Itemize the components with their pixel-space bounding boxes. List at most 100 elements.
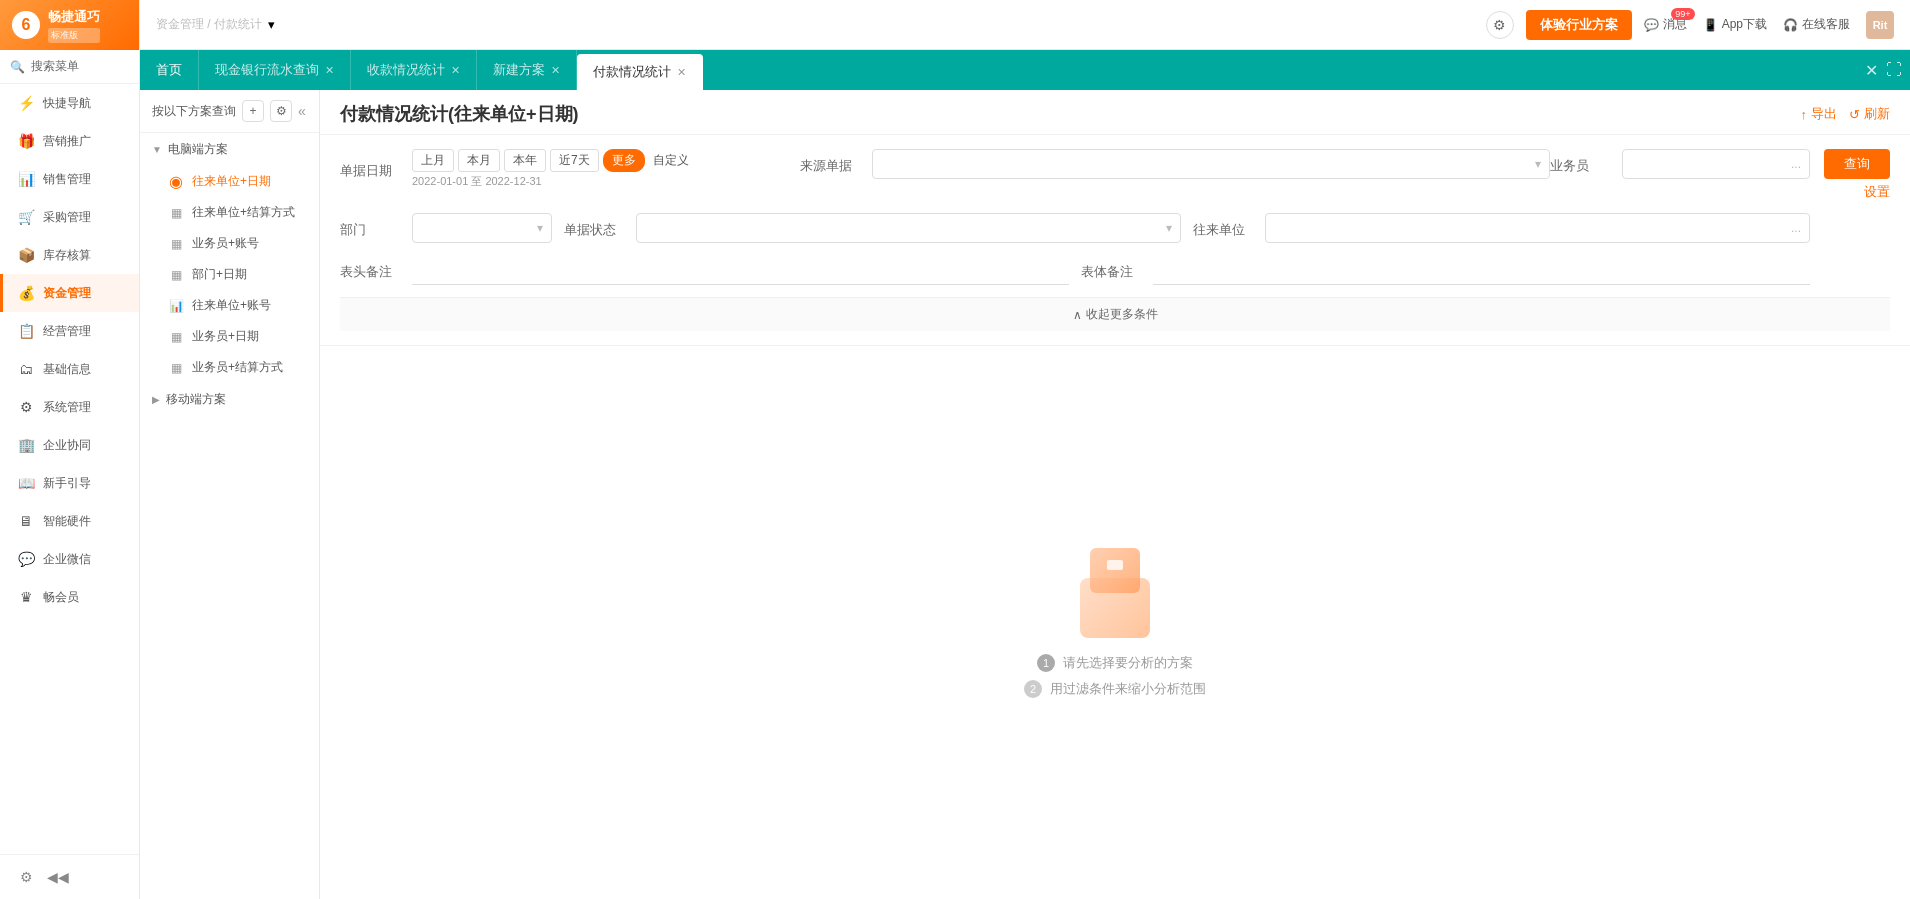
messages-badge: 99+ xyxy=(1671,8,1694,20)
topbar-settings-btn[interactable]: ⚙ xyxy=(1486,11,1514,39)
sidebar-item-system[interactable]: ⚙ 系统管理 xyxy=(0,388,139,426)
logo-icon: 6 xyxy=(12,11,40,39)
service-icon: 🎧 xyxy=(1783,18,1798,32)
date-label: 单据日期 xyxy=(340,158,404,180)
scheme-collapse-btn[interactable]: « xyxy=(298,103,306,119)
date-this-month[interactable]: 本月 xyxy=(458,149,500,172)
collapse-bar[interactable]: ∧ 收起更多条件 xyxy=(340,297,1890,331)
scheme-table-icon5: ▦ xyxy=(168,360,184,376)
purchase-icon: 🛒 xyxy=(17,208,35,226)
tab-close-btn[interactable]: ✕ xyxy=(1865,61,1878,80)
party-select[interactable]: ... xyxy=(1265,213,1810,243)
voucher-status-select[interactable]: ▾ xyxy=(636,213,1181,243)
sidebar-item-basic[interactable]: 🗂 基础信息 xyxy=(0,350,139,388)
sidebar-item-quick-nav[interactable]: ⚡ 快捷导航 xyxy=(0,84,139,122)
tab-new-scheme-close[interactable]: ✕ xyxy=(551,64,560,77)
main-area: 资金管理 / 付款统计 ▾ ⚙ 体验行业方案 💬 消息 99+ 📱 App下载 … xyxy=(140,0,1910,899)
scheme-settings-btn[interactable]: ⚙ xyxy=(270,100,292,122)
sidebar-item-inventory[interactable]: 📦 库存核算 xyxy=(0,236,139,274)
scheme-item-party-date[interactable]: ◉ 往来单位+日期 xyxy=(140,166,319,197)
tab-receipts-close[interactable]: ✕ xyxy=(451,64,460,77)
date-more-btn[interactable]: 更多 xyxy=(603,149,645,172)
sales-icon: 📊 xyxy=(17,170,35,188)
sidebar-item-vip[interactable]: ♛ 畅会员 xyxy=(0,578,139,616)
dept-filter: 部门 ▾ xyxy=(340,213,552,243)
scheme-desktop-group: ▼ 电脑端方案 ◉ 往来单位+日期 ▦ 往来单位+结算方式 ▦ 业务员+账号 ▦ xyxy=(140,133,319,383)
scheme-item-dept-date[interactable]: ▦ 部门+日期 xyxy=(140,259,319,290)
voucher-status-filter: 单据状态 ▾ xyxy=(564,213,1181,243)
filter-area: 单据日期 上月 本月 本年 近7天 更多 自定义 2022-01-01 至 20… xyxy=(320,135,1910,346)
scheme-table-icon: ▦ xyxy=(168,205,184,221)
breadcrumb: 资金管理 / 付款统计 ▾ xyxy=(156,16,1474,33)
message-icon: 💬 xyxy=(1644,18,1659,32)
tab-payments[interactable]: 付款情况统计 ✕ xyxy=(577,54,703,90)
mobile-arrow-icon: ▶ xyxy=(152,394,160,405)
refresh-icon: ↺ xyxy=(1849,107,1860,122)
trial-btn[interactable]: 体验行业方案 xyxy=(1526,10,1632,40)
date-this-year[interactable]: 本年 xyxy=(504,149,546,172)
scheme-add-btn[interactable]: + xyxy=(242,100,264,122)
body-note-input[interactable] xyxy=(1153,255,1810,285)
search-menu[interactable]: 🔍 搜索菜单 xyxy=(0,50,139,84)
tab-expand-btn[interactable]: ⛶ xyxy=(1886,61,1902,79)
date-last-month[interactable]: 上月 xyxy=(412,149,454,172)
breadcrumb-text: 资金管理 / 付款统计 xyxy=(156,16,262,33)
footer-collapse-btn[interactable]: ◀◀ xyxy=(46,865,70,889)
tab-payments-label: 付款情况统计 xyxy=(593,63,671,81)
sidebar: 6 畅捷通巧 标准版 🔍 搜索菜单 ⚡ 快捷导航 🎁 营销推广 📊 销售管理 🛒… xyxy=(0,0,140,899)
app-download-btn[interactable]: 📱 App下载 xyxy=(1703,16,1767,33)
sidebar-item-label: 快捷导航 xyxy=(43,95,91,112)
scheme-mobile-header[interactable]: ▶ 移动端方案 xyxy=(152,391,307,408)
tab-cash-flow[interactable]: 现金银行流水查询 ✕ xyxy=(199,50,351,90)
finance-icon: 💰 xyxy=(17,284,35,302)
scheme-item-party-settle[interactable]: ▦ 往来单位+结算方式 xyxy=(140,197,319,228)
staff-select[interactable]: ... xyxy=(1622,149,1810,179)
scheme-item-staff-account[interactable]: ▦ 业务员+账号 xyxy=(140,228,319,259)
operation-icon: 📋 xyxy=(17,322,35,340)
tab-payments-close[interactable]: ✕ xyxy=(677,66,686,79)
sidebar-item-operation[interactable]: 📋 经营管理 xyxy=(0,312,139,350)
query-btn[interactable]: 查询 xyxy=(1824,149,1890,179)
step-num-2: 2 xyxy=(1024,680,1042,698)
sidebar-item-label: 新手引导 xyxy=(43,475,91,492)
download-icon: 📱 xyxy=(1703,18,1718,32)
user-avatar[interactable]: Rit xyxy=(1866,11,1894,39)
sidebar-item-hardware[interactable]: 🖥 智能硬件 xyxy=(0,502,139,540)
sidebar-item-enterprise[interactable]: 🏢 企业协同 xyxy=(0,426,139,464)
export-btn[interactable]: ↑ 导出 xyxy=(1801,105,1838,123)
body-note-label: 表体备注 xyxy=(1081,259,1145,281)
sidebar-item-wechat[interactable]: 💬 企业微信 xyxy=(0,540,139,578)
footer-settings-btn[interactable]: ⚙ xyxy=(14,865,38,889)
tab-cash-flow-close[interactable]: ✕ xyxy=(325,64,334,77)
scheme-item-staff-settle[interactable]: ▦ 业务员+结算方式 xyxy=(140,352,319,383)
party-filter: 往来单位 ... xyxy=(1193,213,1810,243)
source-select[interactable]: ▾ xyxy=(872,149,1550,179)
sidebar-item-marketing[interactable]: 🎁 营销推广 xyxy=(0,122,139,160)
header-note-input[interactable] xyxy=(412,255,1069,285)
date-last-7days[interactable]: 近7天 xyxy=(550,149,599,172)
sidebar-item-finance[interactable]: 💰 资金管理 xyxy=(0,274,139,312)
tab-new-scheme[interactable]: 新建方案 ✕ xyxy=(477,50,577,90)
settings-link[interactable]: 设置 xyxy=(1864,183,1890,201)
tab-home[interactable]: 首页 xyxy=(140,50,199,90)
refresh-btn[interactable]: ↺ 刷新 xyxy=(1849,105,1890,123)
empty-box-head xyxy=(1090,548,1140,593)
online-service-btn[interactable]: 🎧 在线客服 xyxy=(1783,16,1850,33)
staff-placeholder: ... xyxy=(1791,157,1801,171)
tab-receipts[interactable]: 收款情况统计 ✕ xyxy=(351,50,477,90)
scheme-desktop-header[interactable]: ▼ 电脑端方案 xyxy=(140,133,319,166)
scheme-item-staff-date[interactable]: ▦ 业务员+日期 xyxy=(140,321,319,352)
dept-select[interactable]: ▾ xyxy=(412,213,552,243)
sidebar-item-sales[interactable]: 📊 销售管理 xyxy=(0,160,139,198)
tab-new-scheme-label: 新建方案 xyxy=(493,61,545,79)
filter-actions: 查询 设置 xyxy=(1810,149,1890,201)
scheme-item-label: 业务员+账号 xyxy=(192,235,259,252)
date-btns: 上月 本月 本年 近7天 更多 自定义 xyxy=(412,149,689,172)
tabbar: 首页 现金银行流水查询 ✕ 收款情况统计 ✕ 新建方案 ✕ 付款情况统计 ✕ ✕… xyxy=(140,50,1910,90)
sidebar-item-guide[interactable]: 📖 新手引导 xyxy=(0,464,139,502)
messages-btn[interactable]: 💬 消息 99+ xyxy=(1644,16,1687,33)
scheme-item-party-account[interactable]: 📊 往来单位+账号 xyxy=(140,290,319,321)
export-label: 导出 xyxy=(1811,105,1837,123)
logo-badge: 标准版 xyxy=(48,28,100,43)
sidebar-item-purchase[interactable]: 🛒 采购管理 xyxy=(0,198,139,236)
